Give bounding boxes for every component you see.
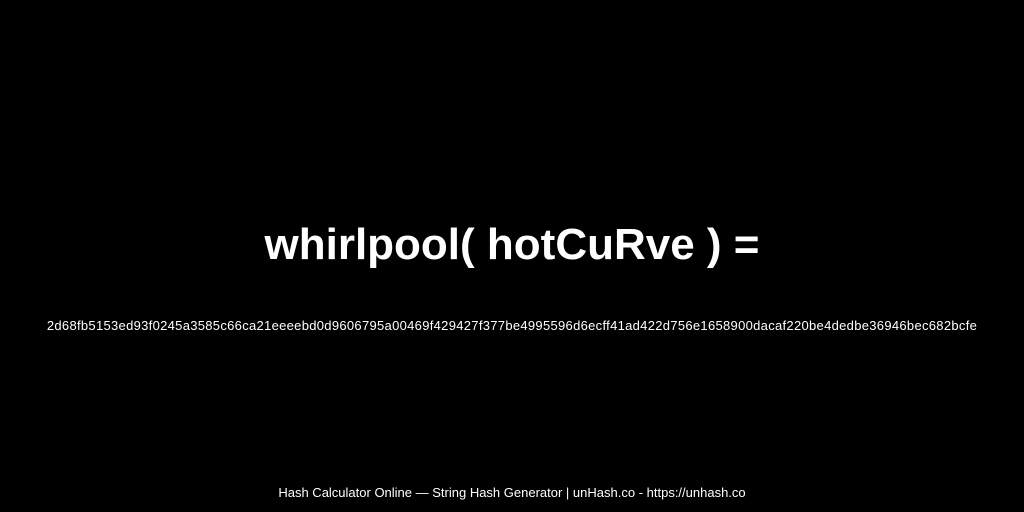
main-content: whirlpool( hotCuRve ) = 2d68fb5153ed93f0… bbox=[0, 0, 1024, 512]
hash-output: 2d68fb5153ed93f0245a3585c66ca21eeeebd0d9… bbox=[47, 318, 977, 333]
footer-link-url[interactable]: https://unhash.co bbox=[647, 485, 746, 500]
footer-text: Hash Calculator Online — String Hash Gen… bbox=[278, 485, 573, 500]
footer-separator: - bbox=[635, 485, 647, 500]
footer: Hash Calculator Online — String Hash Gen… bbox=[0, 485, 1024, 500]
footer-link-site[interactable]: unHash.co bbox=[573, 485, 635, 500]
hash-expression: whirlpool( hotCuRve ) = bbox=[265, 220, 760, 270]
